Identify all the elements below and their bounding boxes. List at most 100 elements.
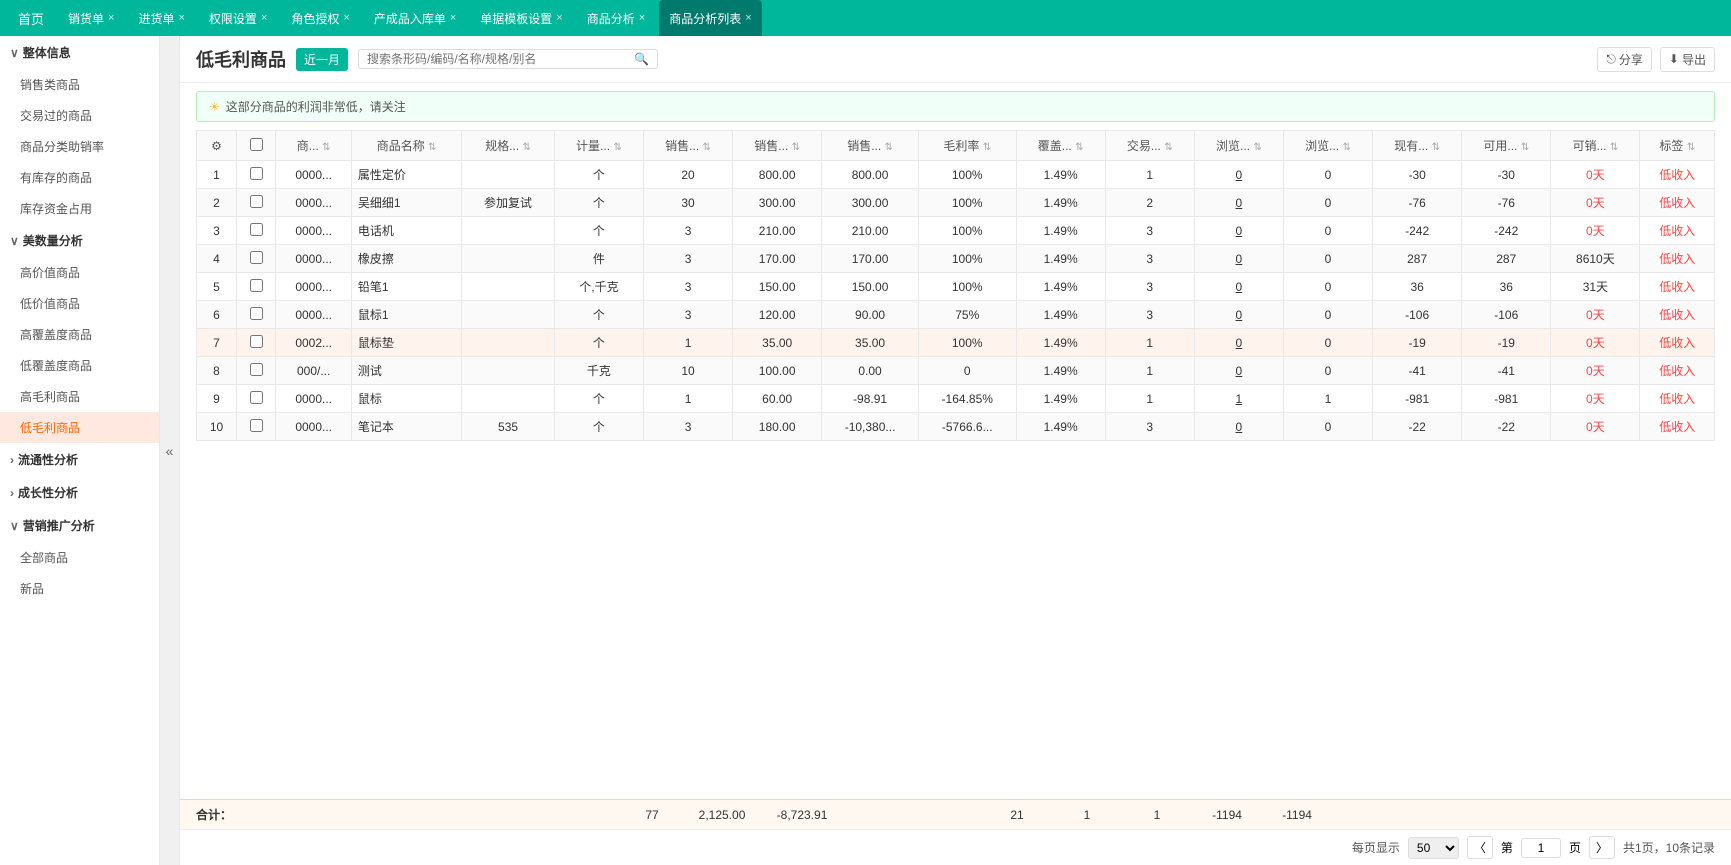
- row-current: -106: [1373, 301, 1462, 329]
- col-current[interactable]: 现有... ⇅: [1373, 131, 1462, 161]
- col-saleable[interactable]: 可销... ⇅: [1551, 131, 1640, 161]
- row-checkbox[interactable]: [237, 189, 276, 217]
- row-checkbox[interactable]: [237, 413, 276, 441]
- col-code[interactable]: 商... ⇅: [276, 131, 351, 161]
- col-gross-rate[interactable]: 毛利率 ⇅: [918, 131, 1016, 161]
- row-checkbox[interactable]: [237, 245, 276, 273]
- sidebar-item-inventory-capital[interactable]: 库存资金占用: [0, 193, 159, 224]
- row-browse1[interactable]: 0: [1194, 273, 1283, 301]
- row-browse1[interactable]: 0: [1194, 301, 1283, 329]
- row-unit: 千克: [554, 357, 643, 385]
- select-all-checkbox[interactable]: [250, 138, 263, 151]
- sidebar-item-traded-goods[interactable]: 交易过的商品: [0, 100, 159, 131]
- sidebar-item-low-value[interactable]: 低价值商品: [0, 288, 159, 319]
- col-checkbox[interactable]: [237, 131, 276, 161]
- row-checkbox[interactable]: [237, 273, 276, 301]
- table-row: 9 0000... 鼠标 个 1 60.00 -98.91 -164.85% 1…: [197, 385, 1715, 413]
- table-row: 6 0000... 鼠标1 个 3 120.00 90.00 75% 1.49%…: [197, 301, 1715, 329]
- total-current: -1194: [1192, 808, 1262, 822]
- row-sales-price: 150.00: [733, 273, 822, 301]
- close-icon[interactable]: ×: [261, 12, 267, 24]
- col-name[interactable]: 商品名称 ⇅: [351, 131, 461, 161]
- data-table-container: ⚙ 商... ⇅ 商品名称 ⇅ 规格... ⇅ 计量... ⇅ 销售... ⇅ …: [180, 130, 1731, 799]
- col-tag[interactable]: 标签 ⇅: [1640, 131, 1715, 161]
- next-page-button[interactable]: 〉: [1589, 836, 1615, 859]
- date-filter-button[interactable]: 近一月: [296, 48, 348, 71]
- row-available: -22: [1462, 413, 1551, 441]
- close-icon[interactable]: ×: [639, 12, 645, 24]
- close-icon[interactable]: ×: [450, 12, 456, 24]
- nav-product-analysis[interactable]: 商品分析 ×: [577, 0, 655, 36]
- sidebar-item-low-coverage[interactable]: 低覆盖度商品: [0, 350, 159, 381]
- nav-home[interactable]: 首页: [8, 0, 54, 36]
- row-tag: 低收入: [1640, 245, 1715, 273]
- col-sales-amount[interactable]: 销售... ⇅: [822, 131, 919, 161]
- nav-product-analysis-list[interactable]: 商品分析列表 ×: [659, 0, 761, 36]
- row-browse1[interactable]: 0: [1194, 245, 1283, 273]
- sidebar-item-new-goods[interactable]: 新品: [0, 573, 159, 604]
- row-browse1[interactable]: 0: [1194, 413, 1283, 441]
- sidebar-item-high-margin[interactable]: 高毛利商品: [0, 381, 159, 412]
- row-checkbox[interactable]: [237, 301, 276, 329]
- sidebar-item-category-rate[interactable]: 商品分类助销率: [0, 131, 159, 162]
- share-button[interactable]: ⎋ 分享: [1597, 47, 1652, 72]
- row-current: -41: [1373, 357, 1462, 385]
- close-icon[interactable]: ×: [343, 12, 349, 24]
- row-checkbox[interactable]: [237, 357, 276, 385]
- export-button[interactable]: ⬇ 导出: [1660, 47, 1715, 72]
- col-available[interactable]: 可用... ⇅: [1462, 131, 1551, 161]
- sidebar-collapse-button[interactable]: «: [160, 36, 180, 865]
- sidebar-item-all-goods[interactable]: 全部商品: [0, 542, 159, 573]
- row-checkbox[interactable]: [237, 385, 276, 413]
- row-browse1[interactable]: 1: [1194, 385, 1283, 413]
- col-coverage[interactable]: 覆盖... ⇅: [1016, 131, 1105, 161]
- close-icon[interactable]: ×: [108, 12, 114, 24]
- col-browse2[interactable]: 浏览... ⇅: [1283, 131, 1372, 161]
- row-browse1[interactable]: 0: [1194, 217, 1283, 245]
- row-checkbox[interactable]: [237, 217, 276, 245]
- nav-permissions[interactable]: 权限设置 ×: [199, 0, 277, 36]
- row-unit: 个: [554, 413, 643, 441]
- sidebar-item-high-value[interactable]: 高价值商品: [0, 257, 159, 288]
- row-tag: 低收入: [1640, 301, 1715, 329]
- col-sales-price[interactable]: 销售... ⇅: [733, 131, 822, 161]
- close-icon[interactable]: ×: [556, 12, 562, 24]
- col-transaction[interactable]: 交易... ⇅: [1105, 131, 1194, 161]
- row-browse1[interactable]: 0: [1194, 189, 1283, 217]
- col-spec[interactable]: 规格... ⇅: [462, 131, 555, 161]
- col-unit[interactable]: 计量... ⇅: [554, 131, 643, 161]
- row-checkbox[interactable]: [237, 329, 276, 357]
- search-icon[interactable]: 🔍: [634, 52, 649, 66]
- sidebar-item-low-margin[interactable]: 低毛利商品: [0, 412, 159, 443]
- prev-page-button[interactable]: 〈: [1467, 836, 1493, 859]
- nav-roles[interactable]: 角色授权 ×: [281, 0, 359, 36]
- search-input[interactable]: [367, 52, 634, 66]
- row-spec: [462, 161, 555, 189]
- col-settings[interactable]: ⚙: [197, 131, 237, 161]
- sidebar-item-high-coverage[interactable]: 高覆盖度商品: [0, 319, 159, 350]
- sidebar-group-growth[interactable]: › 成长性分析: [0, 476, 159, 509]
- page-number-input[interactable]: [1521, 838, 1561, 858]
- sidebar-group-overall[interactable]: ∨ 整体信息: [0, 36, 159, 69]
- nav-product-entry[interactable]: 产成品入库单 ×: [364, 0, 466, 36]
- nav-sales[interactable]: 销货单 ×: [58, 0, 124, 36]
- close-icon[interactable]: ×: [745, 12, 751, 24]
- sidebar-group-marketing[interactable]: ∨ 营销推广分析: [0, 509, 159, 542]
- row-unit: 件: [554, 245, 643, 273]
- sidebar-item-sales-goods[interactable]: 销售类商品: [0, 69, 159, 100]
- nav-purchase[interactable]: 进货单 ×: [128, 0, 194, 36]
- row-browse1[interactable]: 0: [1194, 357, 1283, 385]
- sidebar-group-quantity[interactable]: ∨ 美数量分析: [0, 224, 159, 257]
- sidebar-group-circulation[interactable]: › 流通性分析: [0, 443, 159, 476]
- col-browse1[interactable]: 浏览... ⇅: [1194, 131, 1283, 161]
- page-size-select[interactable]: 50 20 100: [1408, 837, 1459, 859]
- row-checkbox[interactable]: [237, 161, 276, 189]
- sidebar-item-stocked-goods[interactable]: 有库存的商品: [0, 162, 159, 193]
- nav-template-settings[interactable]: 单据模板设置 ×: [470, 0, 572, 36]
- page-title: 低毛利商品: [196, 46, 286, 72]
- row-browse1[interactable]: 0: [1194, 161, 1283, 189]
- close-icon[interactable]: ×: [178, 12, 184, 24]
- row-sales-amount: 210.00: [822, 217, 919, 245]
- row-browse1[interactable]: 0: [1194, 329, 1283, 357]
- col-sales-qty[interactable]: 销售... ⇅: [643, 131, 732, 161]
